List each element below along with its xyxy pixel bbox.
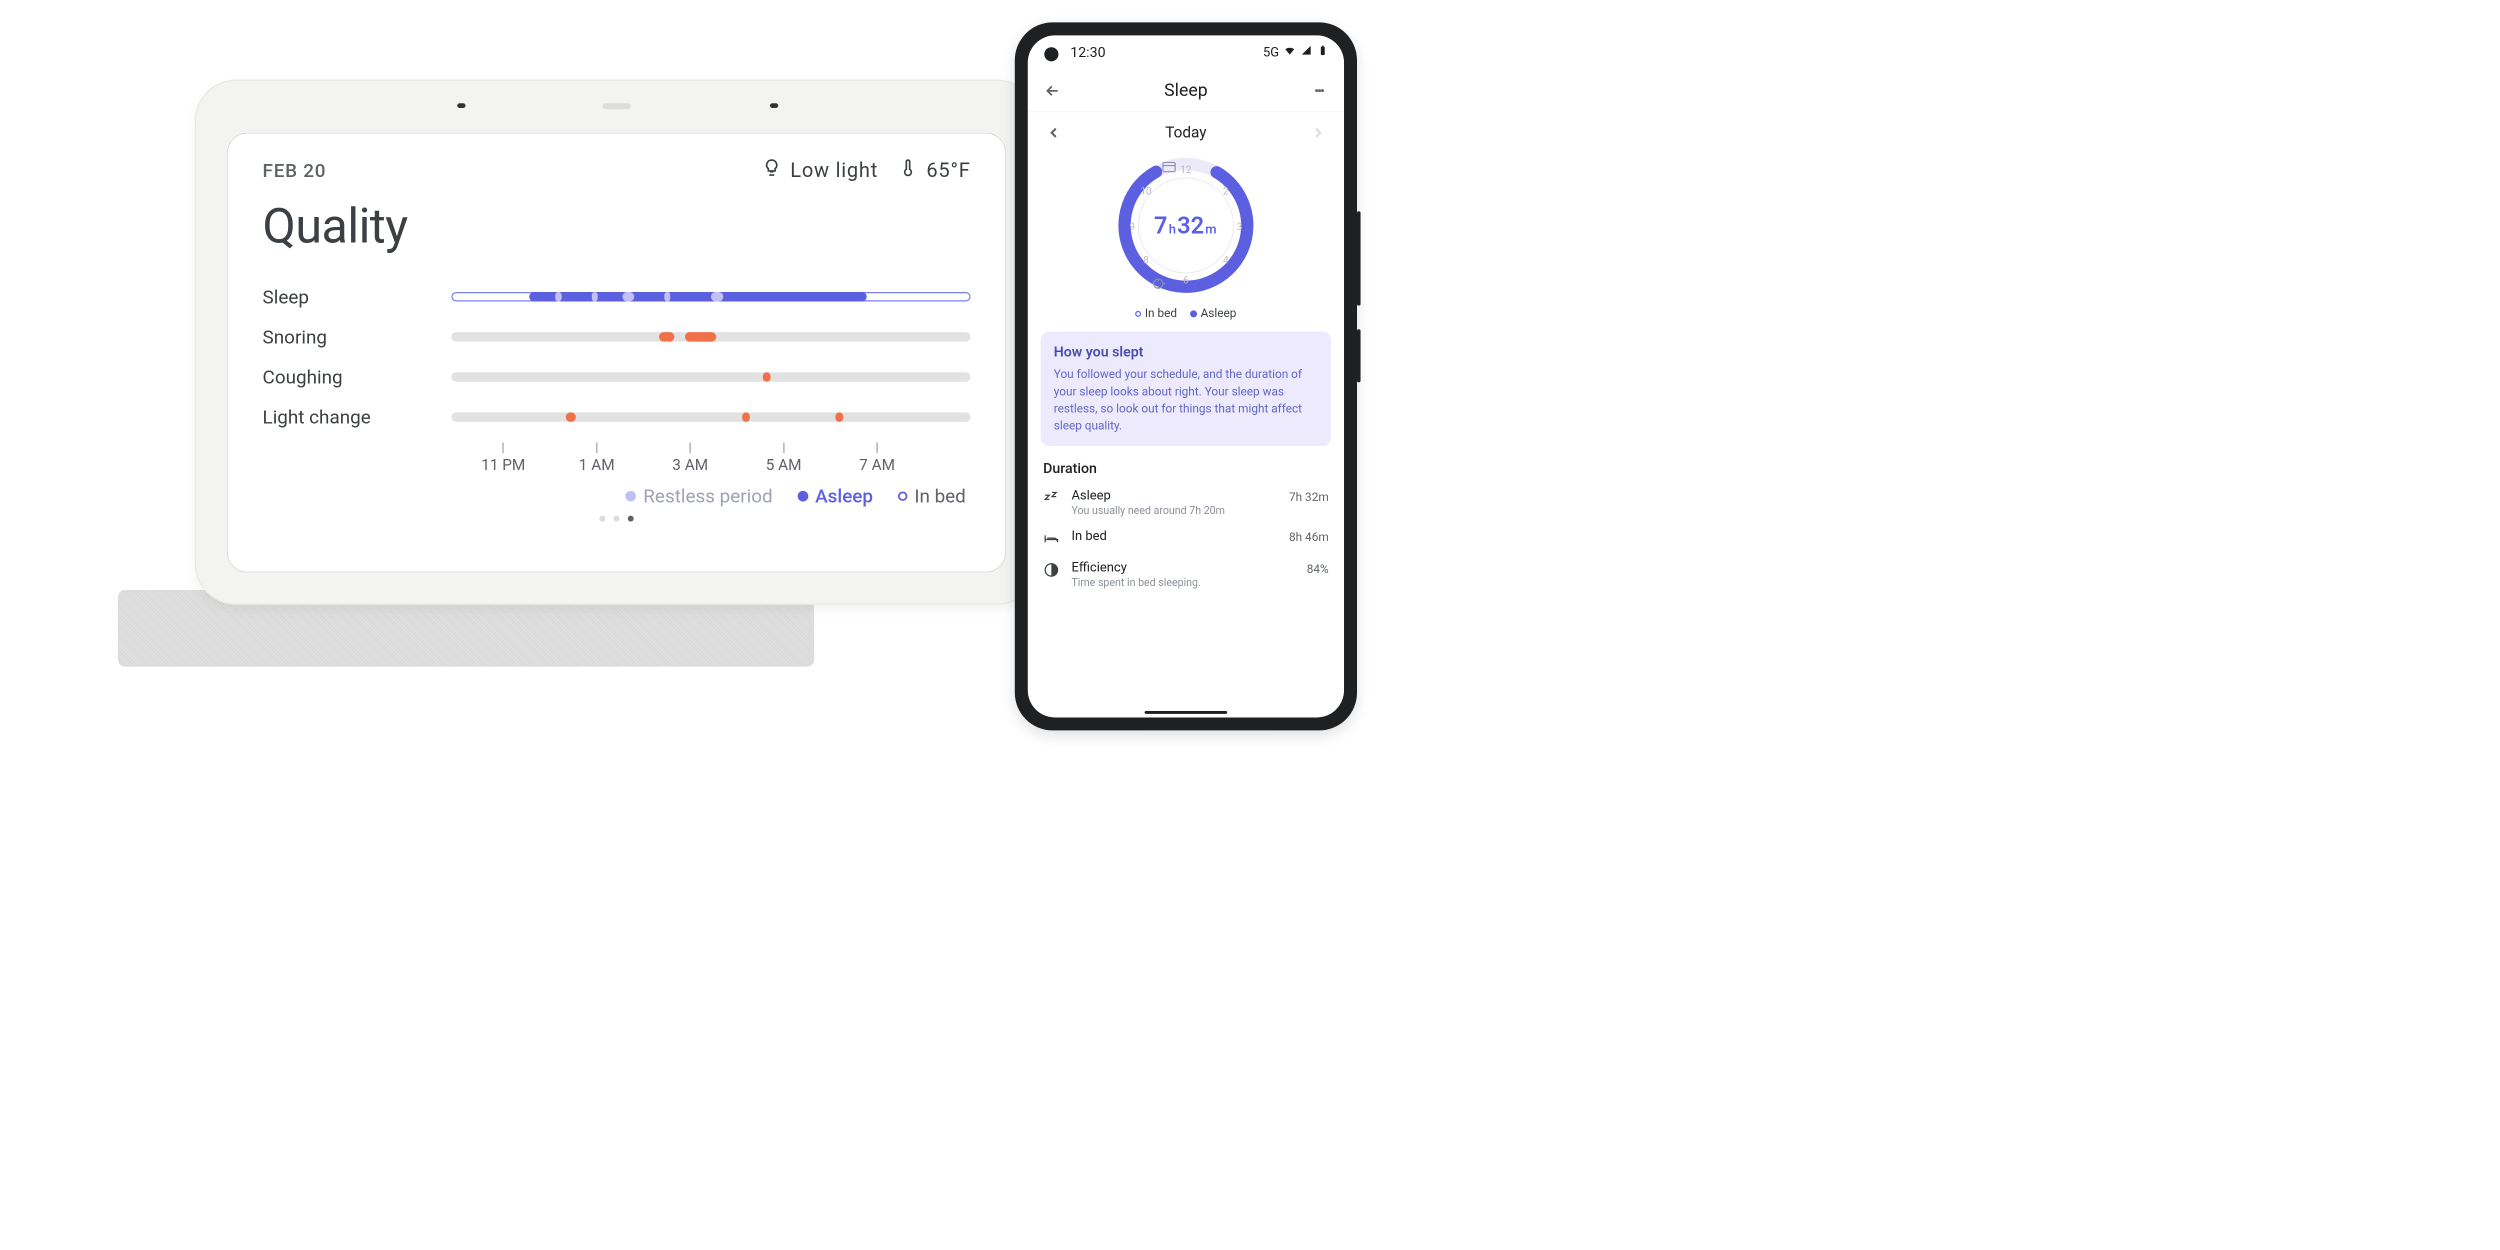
overflow-menu-button[interactable] (1307, 79, 1331, 103)
next-day-button[interactable] (1310, 124, 1327, 141)
home-indicator[interactable] (1145, 711, 1228, 714)
card-title: How you slept (1054, 343, 1318, 360)
hub-pager[interactable] (263, 516, 971, 522)
stat-row-asleep[interactable]: Asleep You usually need around 7h 20m 7h… (1028, 483, 1344, 523)
stat-inbed-value: 8h 46m (1289, 529, 1329, 544)
snoring-track (451, 332, 970, 341)
status-network-label: 5G (1263, 45, 1279, 60)
card-body: You followed your schedule, and the dura… (1054, 366, 1318, 434)
sleep-timeline-chart: Sleep Snoring (263, 282, 971, 522)
row-label-light: Light change (263, 406, 452, 428)
coughing-track (451, 372, 970, 381)
phone-volume-button (1357, 211, 1361, 305)
status-time: 12:30 (1070, 44, 1105, 61)
hub-temp-metric: 65°F (898, 158, 970, 183)
efficiency-icon (1043, 561, 1061, 581)
row-label-coughing: Coughing (263, 366, 452, 388)
prev-day-button[interactable] (1045, 124, 1062, 141)
phone-appbar: Sleep (1028, 70, 1344, 112)
hub-light-metric: Low light (762, 158, 878, 183)
stat-row-inbed[interactable]: In bed 8h 46m (1028, 523, 1344, 555)
sleep-duration-value: 7h32m (1154, 212, 1218, 240)
battery-icon (1317, 45, 1329, 60)
stat-eff-value: 84% (1307, 561, 1329, 576)
ring-legend: In bed Asleep (1028, 306, 1344, 320)
hub-date-label: FEB 20 (263, 159, 327, 181)
nest-hub-frame: FEB 20 Low light 65°F (195, 80, 1039, 605)
wifi-icon (1284, 45, 1296, 60)
phone-power-button (1357, 329, 1361, 382)
signal-icon (1300, 45, 1312, 60)
sleep-ring-chart: 12 2 3 4 6 8 9 10 (1028, 149, 1344, 302)
duration-heading: Duration (1043, 460, 1329, 477)
hub-temp-label: 65°F (926, 158, 970, 182)
stat-asleep-value: 7h 32m (1289, 489, 1329, 504)
stat-row-efficiency[interactable]: Efficiency Time spent in bed sleeping. 8… (1028, 555, 1344, 595)
row-label-sleep: Sleep (263, 286, 452, 308)
phone-screen: 12:30 5G Sleep (1028, 35, 1344, 717)
hub-screen: FEB 20 Low light 65°F (227, 133, 1006, 573)
back-button[interactable] (1041, 79, 1065, 103)
bed-icon (1043, 529, 1061, 549)
light-track (451, 412, 970, 421)
row-label-snoring: Snoring (263, 326, 452, 348)
hub-sensor-strip (195, 103, 1039, 110)
bulb-icon (762, 158, 782, 183)
timeline-legend: Restless period Asleep In bed (263, 485, 971, 507)
appbar-title: Sleep (1028, 80, 1344, 101)
phone-frame: 12:30 5G Sleep (1015, 22, 1357, 730)
sleep-insight-card[interactable]: How you slept You followed your schedule… (1041, 332, 1331, 446)
sleep-track (451, 292, 970, 301)
sleep-zzz-icon (1043, 489, 1061, 509)
thermometer-icon (898, 158, 918, 183)
hub-page-title: Quality (263, 198, 971, 255)
hub-light-label: Low light (790, 158, 878, 182)
timeline-axis: 11 PM 1 AM 3 AM 5 AM 7 AM (451, 442, 970, 477)
phone-status-bar: 12:30 5G (1028, 35, 1344, 69)
date-label: Today (1165, 124, 1206, 142)
